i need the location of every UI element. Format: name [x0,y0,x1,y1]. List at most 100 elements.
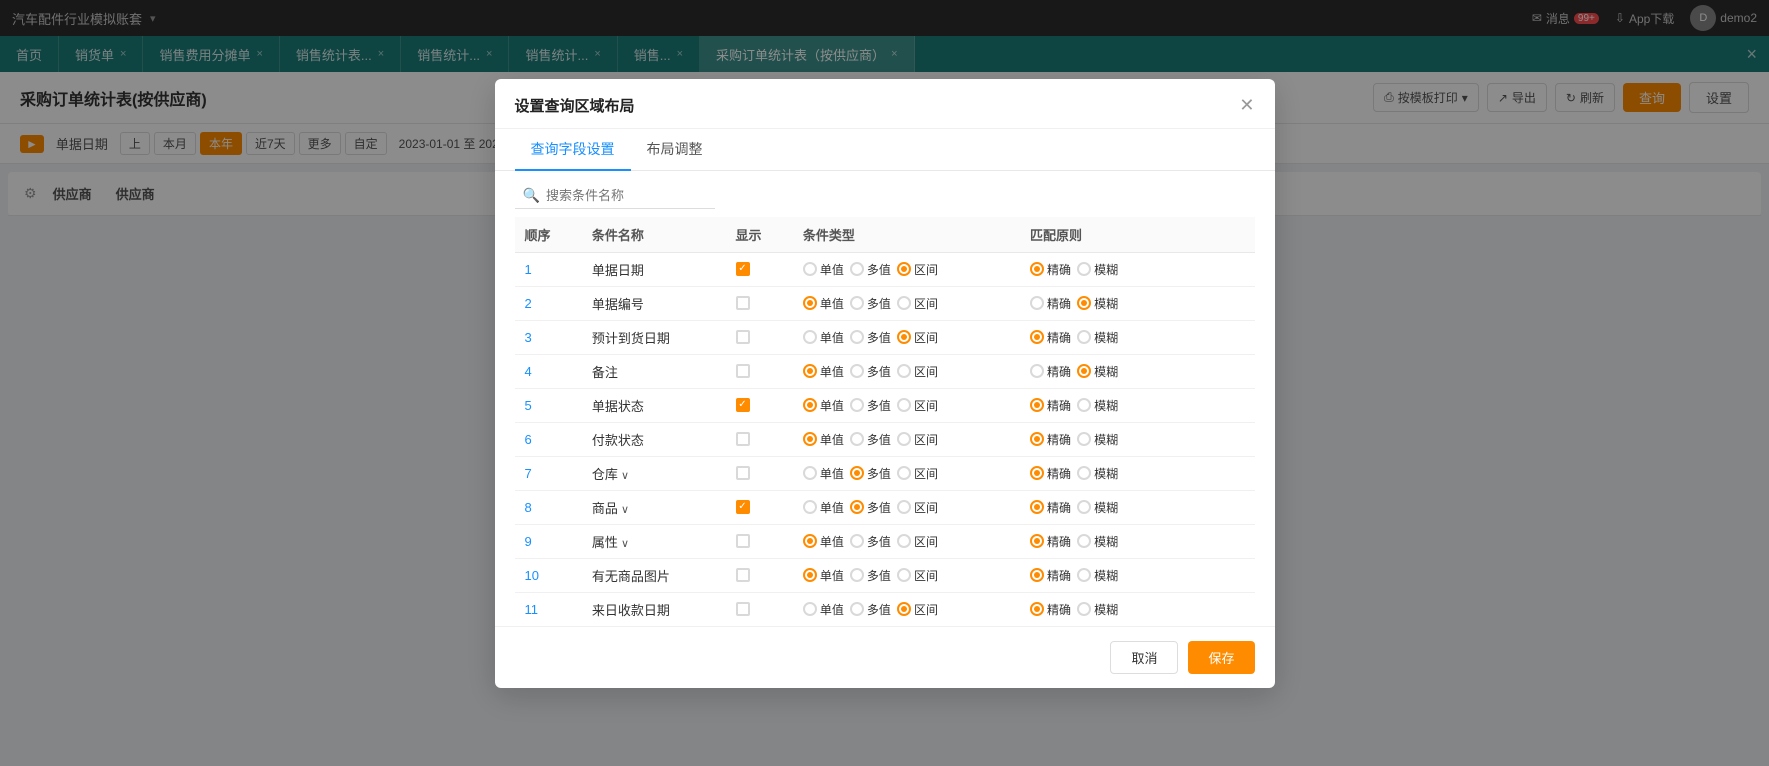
type-radio-7-1[interactable]: 多值 [850,499,891,516]
type-radio-10-0[interactable]: 单值 [803,601,844,618]
match-radio-5-1[interactable]: 模糊 [1077,431,1118,448]
type-radio-6-0[interactable]: 单值 [803,465,844,482]
display-checkbox-4[interactable] [736,398,750,412]
dialog-tab-layout[interactable]: 布局调整 [631,129,719,171]
type-radio-3-2[interactable]: 区间 [897,363,938,380]
match-radio-2-0[interactable]: 精确 [1030,329,1071,346]
radio-label: 精确 [1047,465,1071,482]
match-radio-4-0[interactable]: 精确 [1030,397,1071,414]
type-radio-2-2[interactable]: 区间 [897,329,938,346]
dialog-close-button[interactable]: ✕ [1239,96,1254,114]
type-radio-2-1[interactable]: 多值 [850,329,891,346]
type-radio-7-0[interactable]: 单值 [803,499,844,516]
row-order-num: 11 [525,602,539,617]
type-radio-9-1[interactable]: 多值 [850,567,891,584]
display-checkbox-0[interactable] [736,262,750,276]
type-radio-0-2[interactable]: 区间 [897,261,938,278]
cell-display-10[interactable] [726,592,793,626]
match-radio-6-0[interactable]: 精确 [1030,465,1071,482]
expand-icon[interactable]: ∨ [618,504,629,516]
expand-icon[interactable]: ∨ [618,470,629,482]
cell-display-0[interactable] [726,252,793,286]
cell-display-2[interactable] [726,320,793,354]
match-radio-10-0[interactable]: 精确 [1030,601,1071,618]
match-radio-7-1[interactable]: 模糊 [1077,499,1118,516]
type-radio-1-1[interactable]: 多值 [850,295,891,312]
dialog-tab-field-settings[interactable]: 查询字段设置 [515,129,631,171]
match-radio-5-0[interactable]: 精确 [1030,431,1071,448]
type-radio-7-2[interactable]: 区间 [897,499,938,516]
type-radio-8-0[interactable]: 单值 [803,533,844,550]
display-checkbox-2[interactable] [736,330,750,344]
display-checkbox-5[interactable] [736,432,750,446]
match-radio-6-1[interactable]: 模糊 [1077,465,1118,482]
cell-display-6[interactable] [726,456,793,490]
cancel-button[interactable]: 取消 [1110,641,1178,674]
match-radio-group-9: 精确模糊 [1030,567,1244,584]
type-radio-0-0[interactable]: 单值 [803,261,844,278]
search-input[interactable] [546,188,696,203]
row-order-num: 3 [525,330,532,345]
type-radio-0-1[interactable]: 多值 [850,261,891,278]
cell-display-8[interactable] [726,524,793,558]
type-radio-6-1[interactable]: 多值 [850,465,891,482]
match-radio-1-1[interactable]: 模糊 [1077,295,1118,312]
type-radio-4-0[interactable]: 单值 [803,397,844,414]
match-radio-9-1[interactable]: 模糊 [1077,567,1118,584]
type-radio-5-2[interactable]: 区间 [897,431,938,448]
cell-display-9[interactable] [726,558,793,592]
type-radio-9-0[interactable]: 单值 [803,567,844,584]
match-radio-9-0[interactable]: 精确 [1030,567,1071,584]
match-radio-7-0[interactable]: 精确 [1030,499,1071,516]
radio-circle [850,568,864,582]
match-radio-2-1[interactable]: 模糊 [1077,329,1118,346]
type-radio-8-2[interactable]: 区间 [897,533,938,550]
type-radio-1-0[interactable]: 单值 [803,295,844,312]
cell-display-7[interactable] [726,490,793,524]
display-checkbox-9[interactable] [736,568,750,582]
type-radio-8-1[interactable]: 多值 [850,533,891,550]
cell-display-5[interactable] [726,422,793,456]
match-radio-10-1[interactable]: 模糊 [1077,601,1118,618]
cell-display-1[interactable] [726,286,793,320]
match-radio-4-1[interactable]: 模糊 [1077,397,1118,414]
display-checkbox-6[interactable] [736,466,750,480]
display-checkbox-7[interactable] [736,500,750,514]
display-checkbox-8[interactable] [736,534,750,548]
match-radio-3-1[interactable]: 模糊 [1077,363,1118,380]
radio-label: 精确 [1047,601,1071,618]
type-radio-10-2[interactable]: 区间 [897,601,938,618]
radio-circle [1030,602,1044,616]
type-radio-5-1[interactable]: 多值 [850,431,891,448]
radio-circle [1030,500,1044,514]
type-radio-10-1[interactable]: 多值 [850,601,891,618]
dialog-tab-bar: 查询字段设置 布局调整 [495,129,1275,171]
type-radio-4-2[interactable]: 区间 [897,397,938,414]
type-radio-1-2[interactable]: 区间 [897,295,938,312]
type-radio-6-2[interactable]: 区间 [897,465,938,482]
cell-type-3: 单值多值区间 [793,354,1020,388]
display-checkbox-10[interactable] [736,602,750,616]
cell-type-0: 单值多值区间 [793,252,1020,286]
type-radio-2-0[interactable]: 单值 [803,329,844,346]
type-radio-9-2[interactable]: 区间 [897,567,938,584]
match-radio-1-0[interactable]: 精确 [1030,295,1071,312]
type-radio-3-1[interactable]: 多值 [850,363,891,380]
type-radio-5-0[interactable]: 单值 [803,431,844,448]
match-radio-0-0[interactable]: 精确 [1030,261,1071,278]
cell-display-4[interactable] [726,388,793,422]
match-radio-3-0[interactable]: 精确 [1030,363,1071,380]
cell-match-0: 精确模糊 [1020,252,1254,286]
cell-name-8: 属性 ∨ [582,524,726,558]
display-checkbox-1[interactable] [736,296,750,310]
match-radio-0-1[interactable]: 模糊 [1077,261,1118,278]
expand-icon[interactable]: ∨ [618,538,629,550]
match-radio-8-1[interactable]: 模糊 [1077,533,1118,550]
match-radio-8-0[interactable]: 精确 [1030,533,1071,550]
type-radio-3-0[interactable]: 单值 [803,363,844,380]
save-button[interactable]: 保存 [1188,641,1254,674]
match-radio-group-3: 精确模糊 [1030,363,1244,380]
cell-display-3[interactable] [726,354,793,388]
type-radio-4-1[interactable]: 多值 [850,397,891,414]
display-checkbox-3[interactable] [736,364,750,378]
